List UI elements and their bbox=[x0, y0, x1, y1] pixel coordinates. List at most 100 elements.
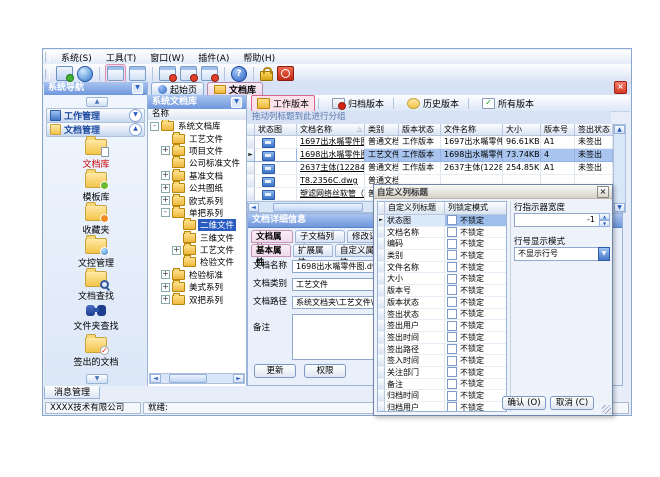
scroll-down-icon[interactable]: ▼ bbox=[614, 203, 625, 212]
tree-expander[interactable]: + bbox=[161, 196, 170, 205]
tree-node[interactable]: -系统文档库 bbox=[148, 120, 246, 132]
grid-header-lock-mode[interactable]: 列锁定模式 bbox=[445, 202, 506, 215]
tree-expander[interactable]: + bbox=[161, 146, 170, 155]
grid-row[interactable]: 签出状态不锁定 bbox=[378, 309, 506, 321]
grid-row[interactable]: 备注不锁定 bbox=[378, 379, 506, 391]
tab-basic-properties[interactable]: 基本属性 bbox=[251, 244, 291, 257]
lock-checkbox[interactable] bbox=[447, 274, 457, 284]
group-by-bar[interactable]: 拖动列标题到此进行分组 bbox=[247, 111, 611, 125]
table-vertical-scrollbar[interactable]: ▲ ▼ bbox=[613, 124, 626, 213]
column-header-category[interactable]: 类别 bbox=[365, 124, 399, 136]
close-icon[interactable]: × bbox=[597, 186, 609, 198]
collapse-icon[interactable]: ▼ bbox=[132, 83, 143, 94]
menu-window[interactable]: 窗口(W) bbox=[143, 50, 191, 65]
lock-checkbox[interactable] bbox=[447, 297, 457, 307]
tree-expander[interactable]: - bbox=[161, 208, 170, 217]
scrollbar-thumb[interactable] bbox=[169, 374, 207, 383]
scrollbar-thumb[interactable] bbox=[273, 203, 363, 212]
table-row[interactable]: 2637主体(12284).dwg 普通文档 工作版本 2637主体(12284… bbox=[247, 162, 613, 175]
doc-name-field[interactable]: 1698出水嘴零件图.dwg bbox=[292, 260, 382, 273]
toolbar-grip[interactable] bbox=[45, 69, 50, 79]
lock-checkbox[interactable] bbox=[447, 367, 457, 377]
lock-checkbox[interactable] bbox=[447, 402, 457, 412]
lock-checkbox[interactable] bbox=[447, 239, 457, 249]
confirm-button[interactable]: 确认 (O) bbox=[502, 396, 546, 410]
column-header-version-no[interactable]: 版本号 bbox=[541, 124, 575, 136]
template-window-icon[interactable] bbox=[129, 66, 146, 81]
toolbar-grip[interactable] bbox=[45, 52, 50, 62]
lock-checkbox[interactable] bbox=[447, 250, 457, 260]
menu-help[interactable]: 帮助(H) bbox=[236, 50, 282, 65]
chevron-down-icon[interactable]: ▼ bbox=[598, 247, 610, 261]
tree-node[interactable]: -单把系列 bbox=[148, 207, 246, 219]
tree-expander[interactable]: - bbox=[150, 122, 159, 131]
tree-expander[interactable]: + bbox=[161, 171, 170, 180]
doc-name-cell[interactable]: T8.2356C.dwg bbox=[297, 175, 365, 188]
dialog-title-bar[interactable]: 自定义列标题 × bbox=[374, 185, 612, 199]
tree-expander[interactable] bbox=[161, 159, 170, 168]
scroll-down-button[interactable]: ▼ bbox=[86, 374, 108, 384]
grid-row[interactable]: 文档名称不锁定 bbox=[378, 227, 506, 239]
doc-name-cell[interactable]: 1697出水嘴零件图.dwg bbox=[297, 136, 365, 149]
column-header-version-status[interactable]: 版本状态 bbox=[399, 124, 441, 136]
globe-icon[interactable] bbox=[77, 66, 93, 82]
sidebar-item-folder-search[interactable]: 文件夹查找 bbox=[44, 304, 148, 332]
checkout-window-icon[interactable] bbox=[159, 66, 176, 81]
tree-expander[interactable]: + bbox=[172, 246, 181, 255]
tab-doc-properties[interactable]: 文档属性 bbox=[251, 230, 293, 243]
exit-icon[interactable] bbox=[277, 66, 294, 81]
sync-status-icon[interactable] bbox=[56, 66, 73, 81]
doc-category-field[interactable]: 工艺文件 bbox=[292, 278, 382, 291]
tree-node[interactable]: +欧式系列 bbox=[148, 194, 246, 206]
grid-row[interactable]: 签入时间不锁定 bbox=[378, 355, 506, 367]
menu-plugins[interactable]: 插件(A) bbox=[191, 50, 236, 65]
doc-name-cell[interactable]: 1698出水嘴零件图.dwg bbox=[297, 149, 365, 162]
cancel-button[interactable]: 取消 (C) bbox=[550, 396, 594, 410]
tree-node[interactable]: +项目文件 bbox=[148, 145, 246, 157]
row-number-mode-select[interactable]: 不显示行号 bbox=[514, 247, 610, 261]
tree-node[interactable]: 公司标准文件 bbox=[148, 157, 246, 169]
tab-document-library[interactable]: 文档库 bbox=[207, 82, 263, 95]
work-version-button[interactable]: 工作版本 bbox=[251, 95, 315, 112]
grid-row-selected[interactable]: ►状态图不锁定 bbox=[378, 215, 506, 227]
lock-checkbox[interactable] bbox=[447, 321, 457, 331]
sidebar-item-template-library[interactable]: 模板库 bbox=[44, 172, 148, 203]
lock-checkbox[interactable] bbox=[447, 309, 457, 319]
grid-row[interactable]: 版本号不锁定 bbox=[378, 285, 506, 297]
document-library-toggle[interactable] bbox=[105, 64, 126, 83]
lock-checkbox[interactable] bbox=[447, 344, 457, 354]
tree-node[interactable]: +检验标准 bbox=[148, 269, 246, 281]
column-header-checkout-status[interactable]: 签出状态 bbox=[575, 124, 613, 136]
tree-node[interactable]: +双把系列 bbox=[148, 293, 246, 305]
undo-checkout-window-icon[interactable] bbox=[201, 66, 218, 81]
tree-node[interactable]: 三维文件 bbox=[148, 232, 246, 244]
lock-checkbox[interactable] bbox=[447, 356, 457, 366]
grid-row[interactable]: 版本状态不锁定 bbox=[378, 297, 506, 309]
grid-row[interactable]: 签出时间不锁定 bbox=[378, 332, 506, 344]
column-header-status[interactable]: 状态图 bbox=[255, 124, 297, 136]
tree-node[interactable]: 工艺文件 bbox=[148, 132, 246, 144]
tree-expander[interactable]: + bbox=[161, 283, 170, 292]
grid-header-title[interactable]: 自定义列标题 bbox=[385, 202, 445, 215]
doc-name-cell[interactable]: 2637主体(12284).dwg bbox=[297, 162, 365, 175]
resize-grip[interactable] bbox=[602, 405, 611, 414]
grid-row[interactable]: 归档时间不锁定 bbox=[378, 390, 506, 402]
tab-start-page[interactable]: 起始页 bbox=[151, 82, 204, 95]
lock-checkbox[interactable] bbox=[447, 332, 457, 342]
update-button[interactable]: 更新 bbox=[254, 364, 296, 378]
tree-horizontal-scrollbar[interactable]: ◄ ► bbox=[149, 373, 245, 384]
menu-system[interactable]: 系统(S) bbox=[54, 50, 99, 65]
sidebar-item-checked-out-docs[interactable]: ✓ 签出的文档 bbox=[44, 337, 148, 368]
sidebar-item-doc-library[interactable]: 文档库 bbox=[44, 139, 148, 170]
sidebar-item-doc-control[interactable]: 文控管理 bbox=[44, 238, 148, 269]
tree-expander[interactable] bbox=[172, 258, 181, 267]
grid-row[interactable]: 关注部门不锁定 bbox=[378, 367, 506, 379]
tree-expander[interactable] bbox=[161, 134, 170, 143]
tree-expander[interactable]: + bbox=[161, 295, 170, 304]
tree-node[interactable]: +基准文档 bbox=[148, 170, 246, 182]
sidebar-item-doc-search[interactable]: 文档查找 bbox=[44, 271, 148, 302]
tree-expander[interactable] bbox=[172, 233, 181, 242]
scroll-right-icon[interactable]: ► bbox=[233, 374, 244, 383]
menu-tools[interactable]: 工具(T) bbox=[99, 50, 144, 65]
scroll-up-button[interactable]: ▲ bbox=[86, 97, 108, 107]
